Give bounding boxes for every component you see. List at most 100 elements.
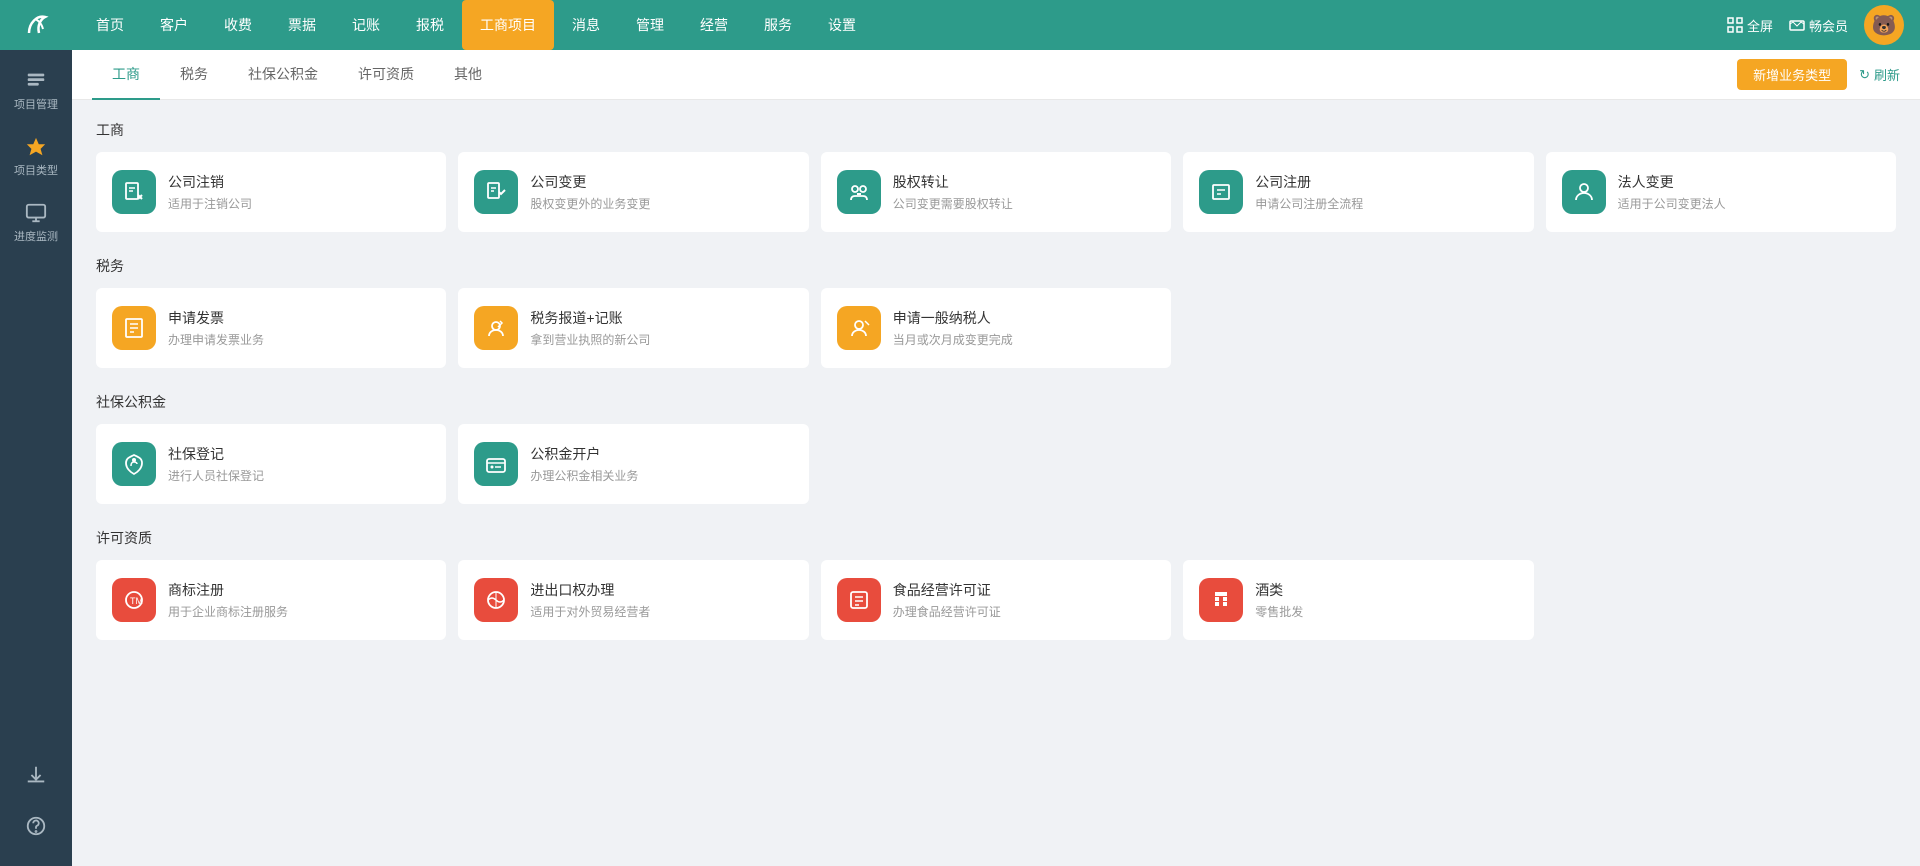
nav-client[interactable]: 客户 [142,0,206,50]
card-icon-equity-transfer [837,170,881,214]
refresh-button[interactable]: ↻ 刷新 [1859,65,1900,84]
card-text-provident-fund: 公积金开户 办理公积金相关业务 [530,444,638,484]
card-icon-social-insurance [112,442,156,486]
card-icon-tax-report [474,306,518,350]
card-icon-trademark: TM [112,578,156,622]
xuke-cards: TM 商标注册 用于企业商标注册服务 进出口权办理 适用于对外贸易经营者 [96,560,1896,640]
card-icon-provident-fund [474,442,518,486]
card-desc-provident-fund: 办理公积金相关业务 [530,467,638,484]
sidebar: 项目管理 项目类型 进度监测 [0,50,72,866]
nav-service[interactable]: 服务 [746,0,810,50]
sidebar-label-progress: 进度监测 [14,228,58,244]
card-company-change[interactable]: 公司变更 股权变更外的业务变更 [458,152,808,232]
card-icon-import-export [474,578,518,622]
card-desc-general-taxpayer: 当月或次月成变更完成 [893,331,1013,348]
tab-shuiwu[interactable]: 税务 [160,50,228,100]
nav-msg[interactable]: 消息 [554,0,618,50]
card-title-provident-fund: 公积金开户 [530,444,638,464]
card-icon-general-taxpayer [837,306,881,350]
gongshang-cards: 公司注销 适用于注销公司 公司变更 股权变更外的业务变更 [96,152,1896,232]
tab-gongshang[interactable]: 工商 [92,50,160,100]
card-desc-company-change: 股权变更外的业务变更 [530,195,650,212]
card-company-cancel[interactable]: 公司注销 适用于注销公司 [96,152,446,232]
section-title-shuiwu: 税务 [96,256,1896,276]
vip-button[interactable]: 畅会员 [1789,16,1848,35]
nav-home[interactable]: 首页 [78,0,142,50]
card-title-company-cancel: 公司注销 [168,172,252,192]
card-icon-invoice [112,306,156,350]
tab-shebao[interactable]: 社保公积金 [228,50,338,100]
nav-account[interactable]: 记账 [334,0,398,50]
card-text-legal-change: 法人变更 适用于公司变更法人 [1618,172,1726,212]
card-desc-food-permit: 办理食品经营许可证 [893,603,1001,620]
card-title-company-change: 公司变更 [530,172,650,192]
mascot: 🐻 [1864,5,1904,45]
main-layout: 项目管理 项目类型 进度监测 [0,50,1920,866]
card-icon-company-change [474,170,518,214]
card-text-wine: 酒类 零售批发 [1255,580,1303,620]
card-wine[interactable]: 酒类 零售批发 [1183,560,1533,640]
card-title-import-export: 进出口权办理 [530,580,650,600]
section-title-xuke: 许可资质 [96,528,1896,548]
card-trademark[interactable]: TM 商标注册 用于企业商标注册服务 [96,560,446,640]
card-title-company-register: 公司注册 [1255,172,1363,192]
card-title-general-taxpayer: 申请一般纳税人 [893,308,1013,328]
card-invoice[interactable]: 申请发票 办理申请发票业务 [96,288,446,368]
card-tax-report[interactable]: 税务报道+记账 拿到营业执照的新公司 [458,288,808,368]
card-title-tax-report: 税务报道+记账 [530,308,650,328]
tab-qita[interactable]: 其他 [434,50,502,100]
sidebar-bottom [17,756,55,866]
new-type-button[interactable]: 新增业务类型 [1737,59,1847,90]
sidebar-item-progress[interactable]: 进度监测 [0,190,72,256]
content-scroll[interactable]: 工商 公司注销 适用于注销公司 公司变更 [72,100,1920,866]
card-desc-legal-change: 适用于公司变更法人 [1618,195,1726,212]
card-text-tax-report: 税务报道+记账 拿到营业执照的新公司 [530,308,650,348]
nav-settings[interactable]: 设置 [810,0,874,50]
card-import-export[interactable]: 进出口权办理 适用于对外贸易经营者 [458,560,808,640]
card-general-taxpayer[interactable]: 申请一般纳税人 当月或次月成变更完成 [821,288,1171,368]
logo [16,4,58,46]
top-nav-right: 全屏 畅会员 🐻 [1727,5,1904,45]
top-nav: 首页 客户 收费 票据 记账 报税 工商项目 消息 管理 经营 服务 设置 全屏… [0,0,1920,50]
section-title-shebao: 社保公积金 [96,392,1896,412]
sidebar-download[interactable] [17,756,55,799]
nav-ops[interactable]: 经营 [682,0,746,50]
card-desc-tax-report: 拿到营业执照的新公司 [530,331,650,348]
tab-xuke[interactable]: 许可资质 [338,50,434,100]
card-icon-legal-change [1562,170,1606,214]
card-text-invoice: 申请发票 办理申请发票业务 [168,308,264,348]
nav-manage[interactable]: 管理 [618,0,682,50]
card-text-import-export: 进出口权办理 适用于对外贸易经营者 [530,580,650,620]
card-desc-wine: 零售批发 [1255,603,1303,620]
card-text-equity-transfer: 股权转让 公司变更需要股权转让 [893,172,1013,212]
content-area: 工商 税务 社保公积金 许可资质 其他 新增业务类型 ↻ 刷新 工商 [72,50,1920,866]
nav-bill[interactable]: 票据 [270,0,334,50]
nav-biz[interactable]: 工商项目 [462,0,554,50]
nav-items: 首页 客户 收费 票据 记账 报税 工商项目 消息 管理 经营 服务 设置 [78,0,1727,50]
card-social-insurance[interactable]: 社保登记 进行人员社保登记 [96,424,446,504]
sidebar-item-project-mgmt[interactable]: 项目管理 [0,58,72,124]
card-provident-fund[interactable]: 公积金开户 办理公积金相关业务 [458,424,808,504]
card-legal-change[interactable]: 法人变更 适用于公司变更法人 [1546,152,1896,232]
card-text-company-cancel: 公司注销 适用于注销公司 [168,172,252,212]
card-desc-import-export: 适用于对外贸易经营者 [530,603,650,620]
card-title-equity-transfer: 股权转让 [893,172,1013,192]
card-title-legal-change: 法人变更 [1618,172,1726,192]
fullscreen-button[interactable]: 全屏 [1727,16,1773,35]
card-text-social-insurance: 社保登记 进行人员社保登记 [168,444,264,484]
card-equity-transfer[interactable]: 股权转让 公司变更需要股权转让 [821,152,1171,232]
card-title-trademark: 商标注册 [168,580,288,600]
card-icon-company-cancel [112,170,156,214]
nav-fee[interactable]: 收费 [206,0,270,50]
sidebar-label-project-mgmt: 项目管理 [14,96,58,112]
card-desc-company-register: 申请公司注册全流程 [1255,195,1363,212]
sidebar-item-project-type[interactable]: 项目类型 [0,124,72,190]
nav-tax[interactable]: 报税 [398,0,462,50]
card-food-permit[interactable]: 食品经营许可证 办理食品经营许可证 [821,560,1171,640]
sidebar-help[interactable] [17,807,55,850]
card-company-register[interactable]: 公司注册 申请公司注册全流程 [1183,152,1533,232]
card-text-company-change: 公司变更 股权变更外的业务变更 [530,172,650,212]
shuiwu-cards: 申请发票 办理申请发票业务 税务报道+记账 拿到营业执照的新公司 [96,288,1896,368]
card-title-wine: 酒类 [1255,580,1303,600]
tab-bar: 工商 税务 社保公积金 许可资质 其他 新增业务类型 ↻ 刷新 [72,50,1920,100]
